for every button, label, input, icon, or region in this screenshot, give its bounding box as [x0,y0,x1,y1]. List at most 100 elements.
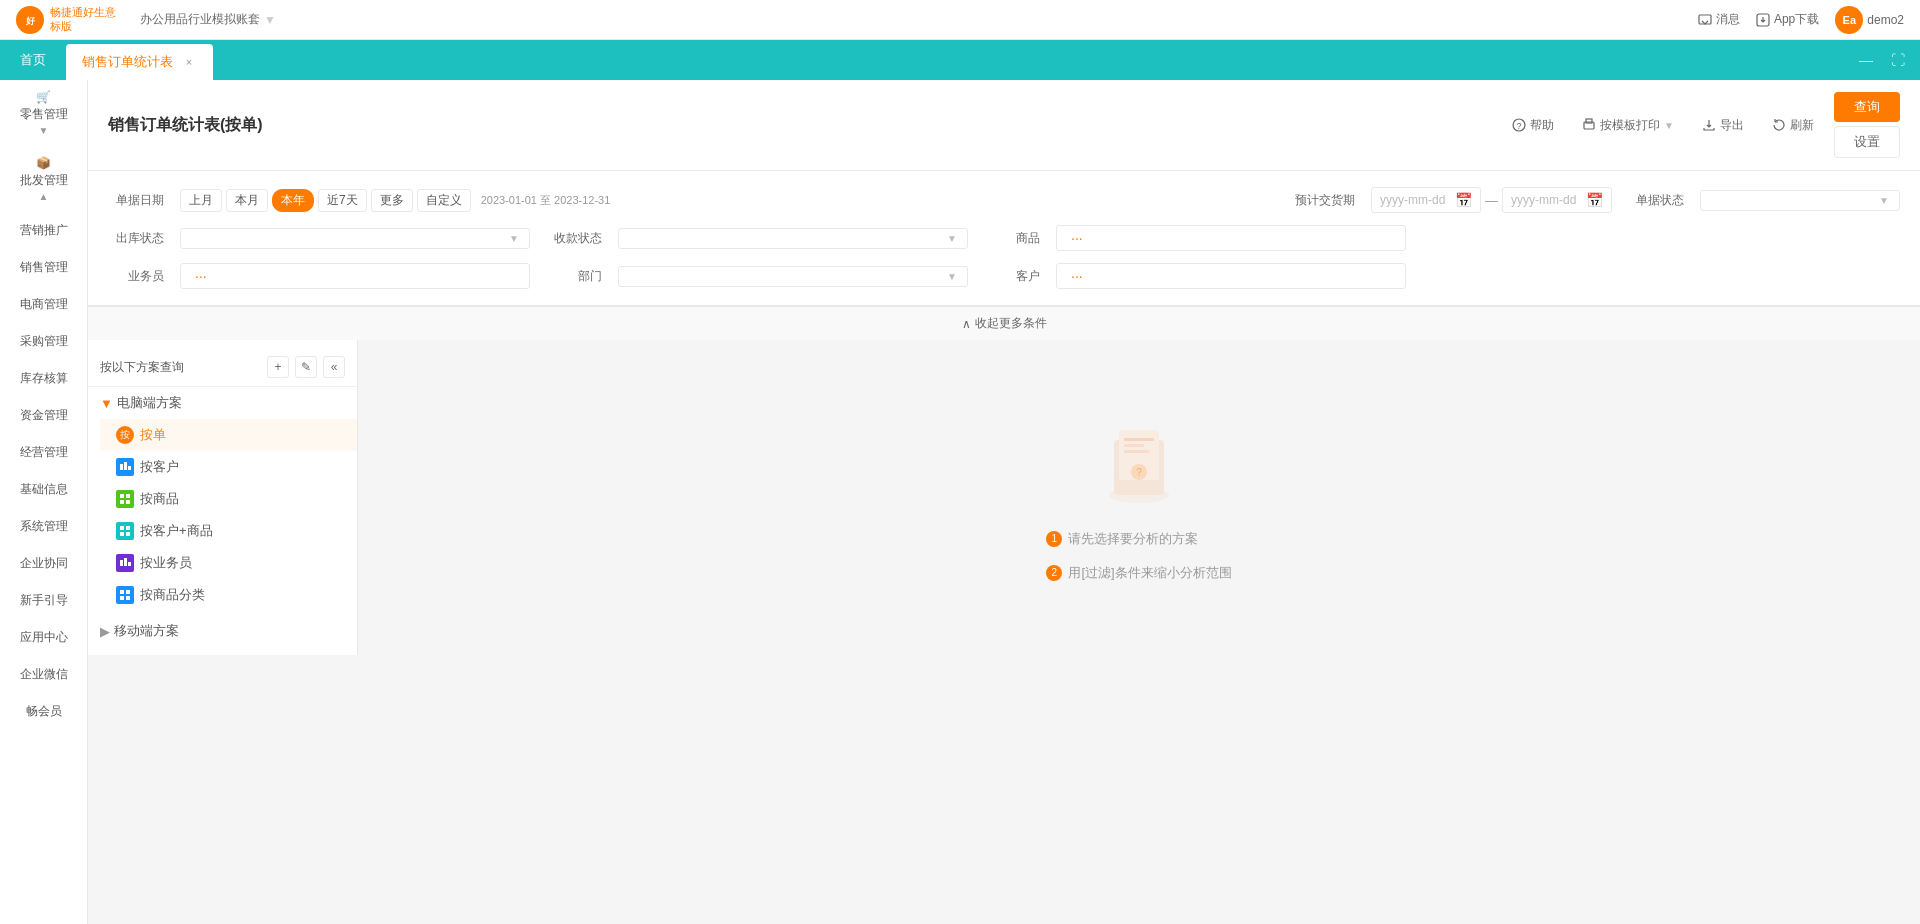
calendar-start-icon: 📅 [1455,192,1472,208]
sidebar-item-wechat[interactable]: 企业微信 [0,656,87,693]
svg-rect-18 [126,532,130,536]
dept-select[interactable]: ▼ [618,266,968,287]
dept-select-arrow: ▼ [947,271,957,282]
by-goods-icon [116,490,134,508]
dept-label: 部门 [546,268,602,285]
tree-item-by-customer[interactable]: 按客户 [100,451,357,483]
panel-toolbar: 按以下方案查询 + ✎ « [88,348,357,387]
shipment-select-arrow: ▼ [509,233,519,244]
tree-parent-pc[interactable]: ▼ 电脑端方案 [88,387,357,419]
page-header-actions: ? 帮助 按模板打印 ▼ 导出 刷新 查询 设置 [1504,92,1900,158]
date-btn-current-year[interactable]: 本年 [272,189,314,212]
sidebar-item-marketing[interactable]: 营销推广 [0,212,87,249]
tree-item-by-category[interactable]: 按商品分类 [100,579,357,611]
sidebar-item-guide[interactable]: 新手引导 [0,582,87,619]
message-btn[interactable]: 消息 [1698,11,1740,28]
sidebar-item-purchase[interactable]: 采购管理 [0,323,87,360]
tab-minimize-btn[interactable]: — [1852,46,1880,74]
right-content: ? 1 请先选择要分析的方案 2 用[过滤]条件来缩小分析范围 [358,340,1920,655]
svg-rect-15 [120,526,124,530]
payment-select-arrow: ▼ [947,233,957,244]
sidebar-item-operations[interactable]: 经营管理 [0,434,87,471]
svg-rect-17 [120,532,124,536]
query-button[interactable]: 查询 [1834,92,1900,122]
sidebar-item-inventory[interactable]: 库存核算 [0,360,87,397]
sidebar-item-sales[interactable]: 销售管理 [0,249,87,286]
svg-rect-13 [120,500,124,504]
empty-illustration: ? [1089,410,1189,510]
tab-close-btn[interactable]: × [181,54,197,70]
export-btn[interactable]: 导出 [1694,113,1752,138]
sidebar-item-wholesale[interactable]: 📦 批发管理 ▲ [0,146,87,212]
panel-collapse-btn[interactable]: « [323,356,345,378]
sidebar-item-apps[interactable]: 应用中心 [0,619,87,656]
empty-tip-1: 1 请先选择要分析的方案 [1046,526,1231,552]
panel-edit-btn[interactable]: ✎ [295,356,317,378]
date-btn-last-month[interactable]: 上月 [180,189,222,212]
payment-select[interactable]: ▼ [618,228,968,249]
refresh-btn[interactable]: 刷新 [1764,113,1822,138]
tree-item-by-order[interactable]: 按 按单 [100,419,357,451]
date-btn-last7[interactable]: 近7天 [318,189,367,212]
sidebar-item-ecommerce[interactable]: 电商管理 [0,286,87,323]
empty-tip-2: 2 用[过滤]条件来缩小分析范围 [1046,560,1231,586]
by-customer-icon [116,458,134,476]
goods-select[interactable]: ··· [1056,225,1406,251]
expected-date-label: 预计交货期 [1295,192,1355,209]
svg-rect-12 [126,494,130,498]
calendar-end-icon: 📅 [1586,192,1603,208]
svg-text:?: ? [1136,467,1142,478]
filter-row-more2: 业务员 ··· 部门 ▼ 客户 ··· [108,263,1900,289]
help-btn[interactable]: ? 帮助 [1504,113,1562,138]
svg-text:?: ? [1517,121,1522,131]
panel-add-btn[interactable]: + [267,356,289,378]
tab-sales-order[interactable]: 销售订单统计表 × [66,44,213,80]
payment-label: 收款状态 [546,230,602,247]
by-order-icon: 按 [116,426,134,444]
wholesale-icon: 📦 [36,156,51,170]
svg-rect-8 [120,464,123,470]
sidebar-item-enterprise[interactable]: 企业协同 [0,545,87,582]
sidebar-item-finance[interactable]: 资金管理 [0,397,87,434]
svg-rect-23 [126,590,130,594]
logo-icon: 好 [16,6,44,34]
sidebar-item-basic[interactable]: 基础信息 [0,471,87,508]
tree-parent-mobile[interactable]: ▶ 移动端方案 [88,615,357,647]
breadcrumb-dropdown-icon[interactable]: ▼ [264,13,276,27]
shipment-select[interactable]: ▼ [180,228,530,249]
tab-home[interactable]: 首页 [0,40,66,80]
svg-text:好: 好 [25,16,36,26]
tree-item-by-salesperson[interactable]: 按业务员 [100,547,357,579]
expected-date-end[interactable]: yyyy-mm-dd 📅 [1502,187,1612,213]
date-btn-more[interactable]: 更多 [371,189,413,212]
user-area[interactable]: Ea demo2 [1835,6,1904,34]
customer-dots-btn[interactable]: ··· [1071,268,1083,284]
goods-dots-btn[interactable]: ··· [1071,230,1083,246]
status-select[interactable]: ▼ [1700,190,1900,211]
date-range-text: 2023-01-01 至 2023-12-31 [481,193,611,208]
tree-item-by-goods[interactable]: 按商品 [100,483,357,515]
expected-date-start[interactable]: yyyy-mm-dd 📅 [1371,187,1481,213]
customer-select[interactable]: ··· [1056,263,1406,289]
date-btn-current-month[interactable]: 本月 [226,189,268,212]
svg-rect-7 [1586,119,1592,123]
sidebar-item-system[interactable]: 系统管理 [0,508,87,545]
page-title: 销售订单统计表(按单) [108,115,263,136]
app-download-btn[interactable]: App下载 [1756,11,1819,28]
main-layout: 🛒 零售管理 ▼ 📦 批发管理 ▲ 营销推广 销售管理 电商管理 采购管理 库存… [0,80,1920,924]
salesperson-dots-btn[interactable]: ··· [195,268,207,284]
print-btn[interactable]: 按模板打印 ▼ [1574,113,1682,138]
svg-rect-11 [120,494,124,498]
sidebar-item-retail[interactable]: 🛒 零售管理 ▼ [0,80,87,146]
customer-label: 客户 [984,268,1040,285]
collapse-more-btn[interactable]: ∧ 收起更多条件 [88,306,1920,340]
sidebar-item-member[interactable]: 畅会员 [0,693,87,730]
date-btn-custom[interactable]: 自定义 [417,189,471,212]
tree-item-by-customer-goods[interactable]: 按客户+商品 [100,515,357,547]
salesperson-select[interactable]: ··· [180,263,530,289]
settings-button[interactable]: 设置 [1834,126,1900,158]
salesperson-label: 业务员 [108,268,164,285]
svg-rect-19 [120,560,123,566]
tab-maximize-btn[interactable]: ⛶ [1884,46,1912,74]
retail-icon: 🛒 [36,90,51,104]
